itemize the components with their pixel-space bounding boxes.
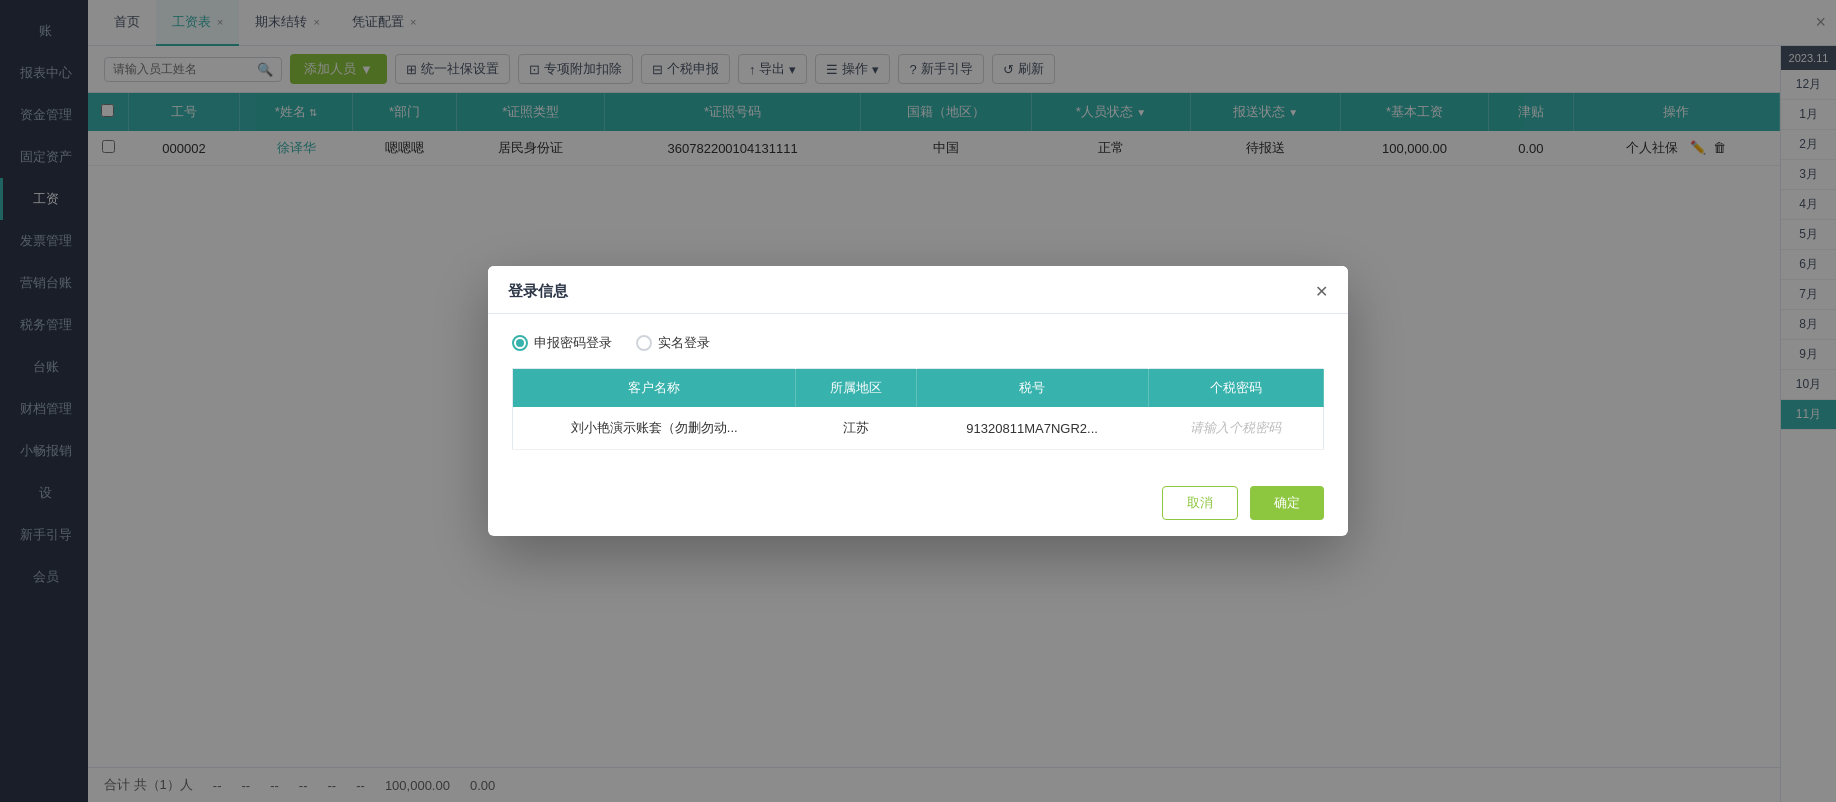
dialog-cell-tax-password: 请输入个税密码 — [1148, 407, 1323, 450]
dialog-table-row: 刘小艳演示账套（勿删勿动... 江苏 91320811MA7NGR2... 请输… — [513, 407, 1324, 450]
radio-realname-login[interactable]: 实名登录 — [636, 334, 710, 352]
dialog-header: 登录信息 ✕ — [488, 266, 1348, 314]
dialog-cell-region: 江苏 — [795, 407, 916, 450]
login-type-radio-group: 申报密码登录 实名登录 — [512, 334, 1324, 352]
radio-password-circle — [512, 335, 528, 351]
dialog-cell-tax-id: 91320811MA7NGR2... — [916, 407, 1148, 450]
confirm-button[interactable]: 确定 — [1250, 486, 1324, 520]
dialog-col-tax-id: 税号 — [916, 369, 1148, 408]
dialog-title: 登录信息 — [508, 282, 568, 301]
tax-password-placeholder: 请输入个税密码 — [1190, 420, 1281, 435]
client-table: 客户名称 所属地区 税号 个税密码 刘小艳演示账套（勿删勿动... 江苏 913… — [512, 368, 1324, 450]
radio-password-login[interactable]: 申报密码登录 — [512, 334, 612, 352]
dialog-close-button[interactable]: ✕ — [1315, 282, 1328, 301]
login-dialog: 登录信息 ✕ 申报密码登录 实名登录 客户名称 — [488, 266, 1348, 536]
dialog-footer: 取消 确定 — [488, 470, 1348, 536]
dialog-body: 申报密码登录 实名登录 客户名称 所属地区 税号 个税密码 — [488, 314, 1348, 470]
dialog-col-region: 所属地区 — [795, 369, 916, 408]
radio-realname-circle — [636, 335, 652, 351]
dialog-col-tax-password: 个税密码 — [1148, 369, 1323, 408]
dialog-cell-client-name: 刘小艳演示账套（勿删勿动... — [513, 407, 796, 450]
cancel-button[interactable]: 取消 — [1162, 486, 1238, 520]
dialog-col-client-name: 客户名称 — [513, 369, 796, 408]
dialog-overlay: 登录信息 ✕ 申报密码登录 实名登录 客户名称 — [0, 0, 1836, 802]
